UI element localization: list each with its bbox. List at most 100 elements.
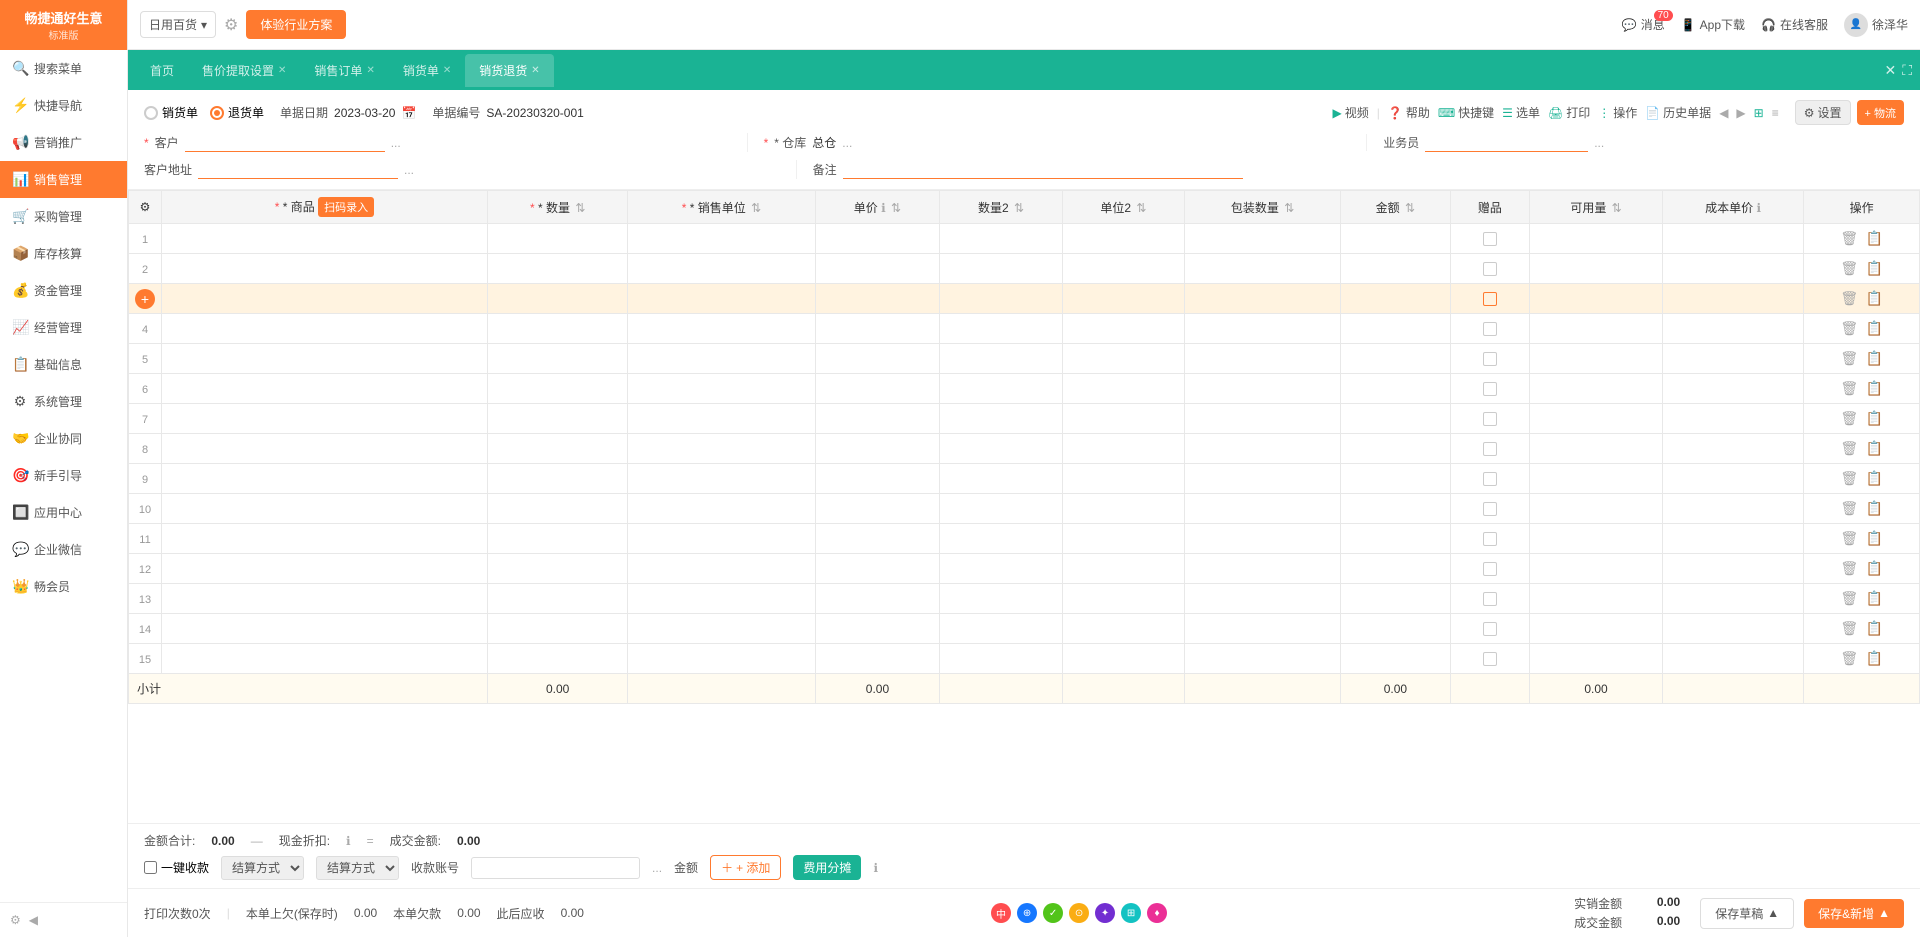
available-cell[interactable] xyxy=(1530,464,1663,494)
quantity2-cell[interactable] xyxy=(940,254,1062,284)
gift-cell[interactable] xyxy=(1450,374,1530,404)
account-dots[interactable]: ... xyxy=(652,861,662,875)
product-cell[interactable] xyxy=(162,404,488,434)
product-cell[interactable] xyxy=(162,584,488,614)
quantity-cell[interactable] xyxy=(487,404,628,434)
sort-icon[interactable]: ⇅ xyxy=(1284,201,1294,215)
product-cell[interactable] xyxy=(162,434,488,464)
delete-row-button[interactable]: 🗑 xyxy=(1840,410,1858,426)
available-cell[interactable] xyxy=(1530,584,1663,614)
quantity2-cell[interactable] xyxy=(940,224,1062,254)
gift-checkbox[interactable] xyxy=(1483,532,1497,546)
sales-unit-cell[interactable] xyxy=(628,644,815,674)
amount-cell[interactable] xyxy=(1341,464,1450,494)
tool2-icon[interactable]: ✓ xyxy=(1043,903,1063,923)
available-cell[interactable] xyxy=(1530,224,1663,254)
unit-price-cell[interactable] xyxy=(815,464,940,494)
sales-unit-cell[interactable] xyxy=(628,494,815,524)
unit2-cell[interactable] xyxy=(1062,554,1184,584)
copy-row-button[interactable]: 📋 xyxy=(1866,470,1883,486)
unit2-cell[interactable] xyxy=(1062,404,1184,434)
unit2-cell[interactable] xyxy=(1062,284,1184,314)
unit2-cell[interactable] xyxy=(1062,374,1184,404)
delete-row-button[interactable]: 🗑 xyxy=(1840,260,1858,276)
grid-view-icon[interactable]: ⊞ xyxy=(1754,106,1764,120)
gift-cell[interactable] xyxy=(1450,524,1530,554)
collapse-icon[interactable]: ◀ xyxy=(29,913,38,927)
quantity-cell[interactable] xyxy=(487,284,628,314)
available-cell[interactable] xyxy=(1530,374,1663,404)
copy-row-button[interactable]: 📋 xyxy=(1866,350,1883,366)
gift-checkbox[interactable] xyxy=(1483,412,1497,426)
amount-cell[interactable] xyxy=(1341,284,1450,314)
available-cell[interactable] xyxy=(1530,494,1663,524)
available-cell[interactable] xyxy=(1530,614,1663,644)
unit2-cell[interactable] xyxy=(1062,614,1184,644)
gift-checkbox[interactable] xyxy=(1483,382,1497,396)
amount-cell[interactable] xyxy=(1341,434,1450,464)
sidebar-item-system[interactable]: ⚙ 系统管理 xyxy=(0,383,127,420)
delete-row-button[interactable]: 🗑 xyxy=(1840,560,1858,576)
actions-button[interactable]: ⋮ 操作 xyxy=(1598,104,1637,121)
delete-row-button[interactable]: 🗑 xyxy=(1840,230,1858,246)
sales-unit-cell[interactable] xyxy=(628,464,815,494)
cost-price-cell[interactable] xyxy=(1662,644,1803,674)
print-button[interactable]: 🖨 打印 xyxy=(1548,104,1590,121)
sidebar-item-inventory[interactable]: 📦 库存核算 xyxy=(0,235,127,272)
one-click-pay-input[interactable] xyxy=(144,861,157,874)
quantity2-cell[interactable] xyxy=(940,464,1062,494)
cost-price-cell[interactable] xyxy=(1662,284,1803,314)
available-cell[interactable] xyxy=(1530,434,1663,464)
gift-checkbox[interactable] xyxy=(1483,502,1497,516)
customer-input[interactable] xyxy=(185,133,385,152)
industry-selector[interactable]: 日用百货 ▾ xyxy=(140,11,216,38)
amount-cell[interactable] xyxy=(1341,344,1450,374)
unit-price-cell[interactable] xyxy=(815,614,940,644)
copy-row-button[interactable]: 📋 xyxy=(1866,290,1883,306)
quantity2-cell[interactable] xyxy=(940,404,1062,434)
available-cell[interactable] xyxy=(1530,554,1663,584)
pack-qty-cell[interactable] xyxy=(1185,554,1341,584)
quantity-cell[interactable] xyxy=(487,494,628,524)
one-click-pay-checkbox[interactable]: 一键收款 xyxy=(144,859,209,876)
save-draft-button[interactable]: 保存草稿 ▲ xyxy=(1700,898,1794,929)
cost-price-cell[interactable] xyxy=(1662,254,1803,284)
cost-price-cell[interactable] xyxy=(1662,344,1803,374)
delete-row-button[interactable]: 🗑 xyxy=(1840,530,1858,546)
quantity-cell[interactable] xyxy=(487,344,628,374)
close-icon[interactable]: ✕ xyxy=(366,65,374,76)
quantity2-cell[interactable] xyxy=(940,284,1062,314)
product-cell[interactable] xyxy=(162,314,488,344)
copy-row-button[interactable]: 📋 xyxy=(1866,590,1883,606)
sidebar-item-wechat[interactable]: 💬 企业微信 xyxy=(0,531,127,568)
pack-qty-cell[interactable] xyxy=(1185,374,1341,404)
gift-cell[interactable] xyxy=(1450,254,1530,284)
copy-row-button[interactable]: 📋 xyxy=(1866,620,1883,636)
sales-unit-cell[interactable] xyxy=(628,434,815,464)
settlement-method-select[interactable]: 结算方式 xyxy=(221,856,304,880)
cost-price-cell[interactable] xyxy=(1662,374,1803,404)
add-payment-button[interactable]: ＋ + 添加 xyxy=(710,855,781,880)
delete-row-button[interactable]: 🗑 xyxy=(1840,500,1858,516)
available-cell[interactable] xyxy=(1530,524,1663,554)
sales-unit-cell[interactable] xyxy=(628,524,815,554)
sidebar-item-member[interactable]: 👑 畅会员 xyxy=(0,568,127,605)
amount-cell[interactable] xyxy=(1341,554,1450,584)
cost-price-cell[interactable] xyxy=(1662,434,1803,464)
gift-checkbox[interactable] xyxy=(1483,652,1497,666)
help-button[interactable]: ❓ 帮助 xyxy=(1388,104,1430,121)
product-cell[interactable] xyxy=(162,494,488,524)
gift-checkbox[interactable] xyxy=(1483,292,1497,306)
product-cell[interactable] xyxy=(162,524,488,554)
shortcuts-button[interactable]: ⌨ 快捷键 xyxy=(1438,104,1494,121)
unit-price-cell[interactable] xyxy=(815,584,940,614)
sort-icon[interactable]: ⇅ xyxy=(1014,201,1024,215)
add-row-button[interactable]: + xyxy=(135,289,155,309)
gift-cell[interactable] xyxy=(1450,614,1530,644)
pack-qty-cell[interactable] xyxy=(1185,434,1341,464)
sidebar-item-sales[interactable]: 📊 销售管理 xyxy=(0,161,127,198)
unit-price-cell[interactable] xyxy=(815,524,940,554)
gift-cell[interactable] xyxy=(1450,434,1530,464)
gift-cell[interactable] xyxy=(1450,464,1530,494)
delete-row-button[interactable]: 🗑 xyxy=(1840,440,1858,456)
